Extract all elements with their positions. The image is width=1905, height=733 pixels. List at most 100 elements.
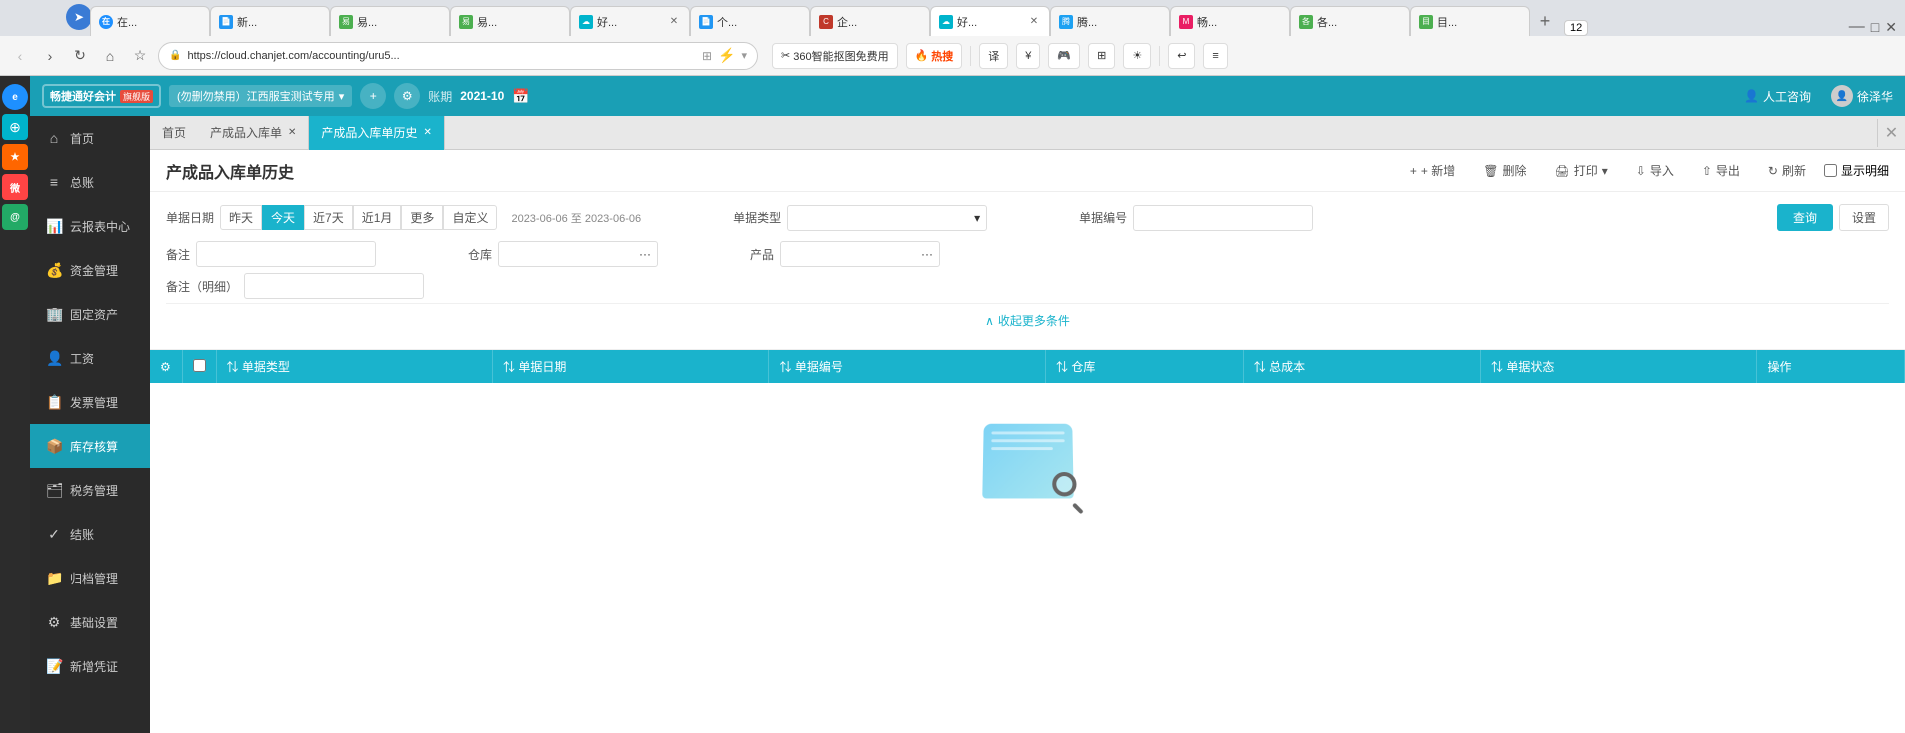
th-warehouse[interactable]: ⇅ 仓库 — [1045, 350, 1243, 383]
tab-tab8[interactable]: ☁ 好... ✕ — [930, 6, 1050, 36]
sidebar-item-settings[interactable]: ⚙ 基础设置 — [30, 600, 150, 644]
th-checkbox[interactable] — [182, 350, 216, 383]
sidebar-item-invoice[interactable]: 📋 发票管理 — [30, 380, 150, 424]
sidebar-item-general-ledger[interactable]: ≡ 总账 — [30, 160, 150, 204]
tab-tab10[interactable]: M 畅... — [1170, 6, 1290, 36]
tab-tab6[interactable]: 📄 个... — [690, 6, 810, 36]
th-doc-number[interactable]: ⇅ 单据编号 — [769, 350, 1045, 383]
th-total-cost[interactable]: ⇅ 总成本 — [1243, 350, 1480, 383]
ext-icon-5[interactable]: @ — [2, 204, 28, 230]
breadcrumb-home[interactable]: 首页 — [162, 124, 186, 141]
refresh-button[interactable]: ↻ — [68, 44, 92, 68]
home-button[interactable]: ⌂ — [98, 44, 122, 68]
tab-tab9[interactable]: 腾 腾... — [1050, 6, 1170, 36]
date-filter-1month[interactable]: 近1月 — [353, 205, 402, 230]
page-tab-list-close[interactable]: ✕ — [288, 127, 296, 138]
sidebar-item-home[interactable]: ⌂ 首页 — [30, 116, 150, 160]
smart-cutout-btn[interactable]: ✂ 360智能抠图免费用 — [772, 43, 898, 69]
page-tab-history-close[interactable]: ✕ — [423, 127, 431, 138]
select-all-checkbox[interactable] — [193, 359, 206, 372]
ext-icon-3[interactable]: ★ — [2, 144, 28, 170]
export-btn[interactable]: ⇧ 导出 — [1692, 158, 1750, 183]
back-button[interactable]: ‹ — [8, 44, 32, 68]
date-filter-today[interactable]: 今天 — [262, 205, 304, 230]
product-form-group: 产品 ··· — [750, 241, 940, 267]
sidebar-item-tax[interactable]: 🗂 税务管理 — [30, 468, 150, 512]
product-select[interactable]: ··· — [780, 241, 940, 267]
tab-tab12[interactable]: 目 目... — [1410, 6, 1530, 36]
collapse-btn[interactable]: ∧ 收起更多条件 — [973, 308, 1082, 333]
setting-button[interactable]: 设置 — [1839, 204, 1889, 231]
sidebar-item-new-voucher[interactable]: 📝 新增凭证 — [30, 644, 150, 688]
browser-nav-icon[interactable]: ➤ — [66, 4, 92, 30]
th-doc-date[interactable]: ⇅ 单据日期 — [492, 350, 768, 383]
settings-icon[interactable]: ⚙ — [394, 83, 420, 109]
import-btn[interactable]: ⇩ 导入 — [1626, 158, 1684, 183]
url-bar[interactable]: 🔒 https://cloud.chanjet.com/accounting/u… — [158, 42, 758, 70]
tab-tab4[interactable]: 易 易... — [450, 6, 570, 36]
smart-cutout-label: 360智能抠图免费用 — [793, 48, 888, 64]
date-filter-yesterday[interactable]: 昨天 — [220, 205, 262, 230]
th-gear[interactable]: ⚙ — [150, 350, 182, 383]
grid-view-btn[interactable]: ⊞ — [1088, 43, 1115, 69]
sidebar-item-fixed-assets[interactable]: 🏢 固定资产 — [30, 292, 150, 336]
ext-icon-2[interactable]: ⊕ — [2, 114, 28, 140]
display-cols-checkbox[interactable] — [1824, 164, 1837, 177]
sidebar-item-archive[interactable]: 📁 归档管理 — [30, 556, 150, 600]
date-filter-7days[interactable]: 近7天 — [304, 205, 353, 230]
sidebar-item-cloud-report[interactable]: 📊 云报表中心 — [30, 204, 150, 248]
forward-button[interactable]: › — [38, 44, 62, 68]
sidebar-item-inventory[interactable]: 📦 库存核算 — [30, 424, 150, 468]
ext-icon-1[interactable]: e — [2, 84, 28, 110]
page-tab-list[interactable]: 产成品入库单 ✕ — [198, 116, 309, 150]
panel-close-btn[interactable]: ✕ — [1877, 119, 1905, 147]
tab-tab5[interactable]: ☁ 好... ✕ — [570, 6, 690, 36]
settings-browser-btn[interactable]: ≡ — [1203, 43, 1227, 69]
user-btn[interactable]: 👤 徐泽华 — [1831, 85, 1893, 107]
refresh-btn[interactable]: ↻ 刷新 — [1758, 158, 1816, 183]
bookmark-button[interactable]: ☆ — [128, 44, 152, 68]
url-dropdown-icon[interactable]: ▾ — [741, 49, 747, 62]
date-filter-more[interactable]: 更多 — [401, 205, 443, 230]
brightness-btn[interactable]: ☀ — [1123, 43, 1151, 69]
game-btn[interactable]: 🎮 — [1048, 43, 1080, 69]
sidebar-item-payroll[interactable]: 👤 工资 — [30, 336, 150, 380]
translate-btn[interactable]: 译 — [979, 43, 1008, 69]
gear-table-icon[interactable]: ⚙ — [160, 360, 171, 374]
remark-detail-input[interactable] — [244, 273, 424, 299]
consult-btn[interactable]: 👤 人工咨询 — [1744, 88, 1811, 105]
new-tab-button[interactable]: + — [1530, 6, 1560, 36]
new-btn[interactable]: + + 新增 — [1400, 158, 1465, 183]
remark-input[interactable] — [196, 241, 376, 267]
window-maximize-btn[interactable]: □ — [1871, 19, 1879, 35]
sidebar-item-fund[interactable]: 💰 资金管理 — [30, 248, 150, 292]
delete-btn[interactable]: 🗑 删除 — [1473, 158, 1536, 183]
calendar-icon[interactable]: 📅 — [512, 88, 529, 105]
undo-btn[interactable]: ↩ — [1168, 43, 1195, 69]
doc-type-select[interactable]: ▾ — [787, 205, 987, 231]
tab-close-tab5[interactable]: ✕ — [667, 15, 681, 29]
query-button[interactable]: 查询 — [1777, 204, 1833, 231]
tab-tab11[interactable]: 各 各... — [1290, 6, 1410, 36]
hot-search-btn[interactable]: 🔥 热搜 — [906, 43, 963, 69]
warehouse-select[interactable]: ··· — [498, 241, 658, 267]
th-doc-type[interactable]: ⇅ 单据类型 — [216, 350, 492, 383]
th-doc-status[interactable]: ⇅ 单据状态 — [1480, 350, 1756, 383]
ext-icon-4[interactable]: 微 — [2, 174, 28, 200]
rmb-btn[interactable]: ¥ — [1016, 43, 1040, 69]
window-close-btn[interactable]: ✕ — [1885, 19, 1897, 36]
warehouse-label: 仓库 — [468, 246, 492, 263]
tab-tab2[interactable]: 📄 新... — [210, 6, 330, 36]
doc-number-input[interactable] — [1133, 205, 1313, 231]
company-selector[interactable]: (勿删勿禁用）江西服宝测试专用 ▾ — [169, 85, 352, 107]
tab-close-tab8[interactable]: ✕ — [1027, 15, 1041, 29]
tab-tab7[interactable]: C 企... — [810, 6, 930, 36]
window-minimize-btn[interactable]: — — [1849, 18, 1865, 36]
add-company-btn[interactable]: + — [360, 83, 386, 109]
page-tab-history[interactable]: 产成品入库单历史 ✕ — [309, 116, 444, 150]
print-btn[interactable]: 🖨 打印 ▾ — [1544, 158, 1617, 183]
sidebar-item-checkout[interactable]: ✓ 结账 — [30, 512, 150, 556]
tab-tab1[interactable]: 在 在... — [90, 6, 210, 36]
date-filter-custom[interactable]: 自定义 — [443, 205, 497, 230]
tab-tab3[interactable]: 易 易... — [330, 6, 450, 36]
